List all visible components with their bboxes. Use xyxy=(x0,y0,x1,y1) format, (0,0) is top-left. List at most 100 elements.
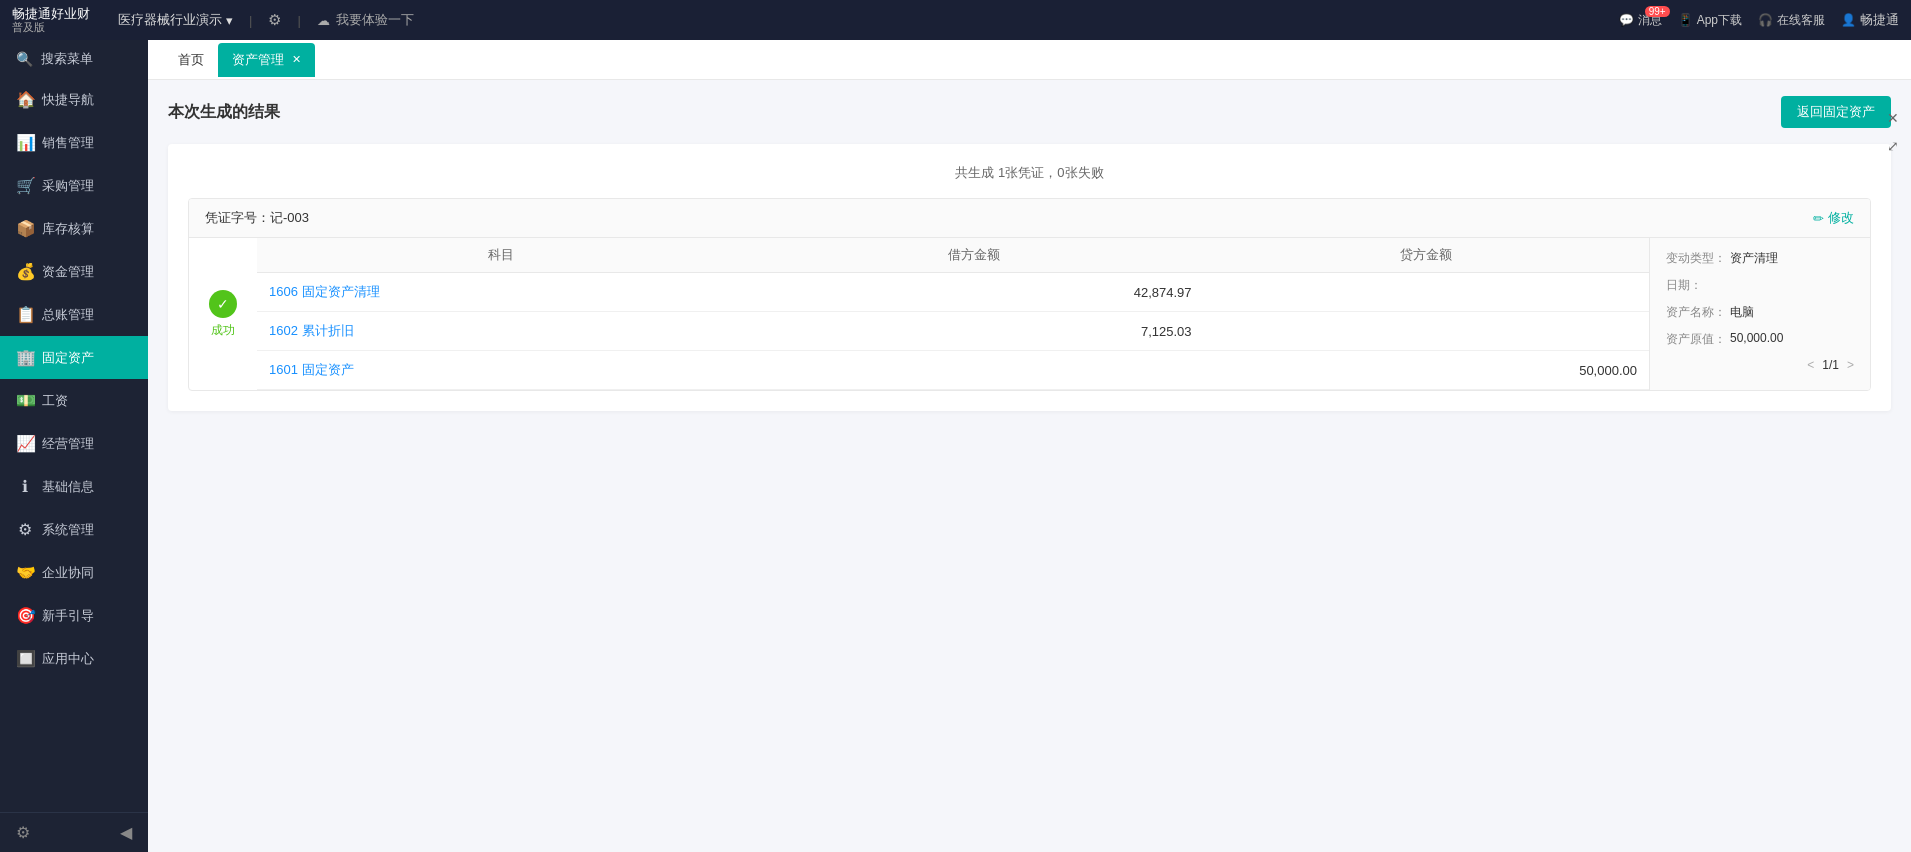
sidebar-settings-icon[interactable]: ⚙ xyxy=(16,823,30,842)
nav-bar: 医疗器械行业演示 ▾ | ⚙ | ☁ 我要体验一下 xyxy=(118,11,414,29)
debit-cell-3 xyxy=(744,351,1203,390)
tab-home[interactable]: 首页 xyxy=(164,43,218,77)
asset-name-row: 资产名称： 电脑 xyxy=(1666,304,1854,321)
sidebar-item-system[interactable]: ⚙ 系统管理 xyxy=(0,508,148,551)
sidebar-item-payroll[interactable]: 💵 工资 xyxy=(0,379,148,422)
subject-cell-1: 1606 固定资产清理 xyxy=(257,273,744,312)
collab-icon: 🤝 xyxy=(16,563,34,582)
table-row: 1606 固定资产清理 42,874.97 xyxy=(257,273,1649,312)
side-info-panel: 变动类型： 资产清理 日期： 资产名称： 电脑 xyxy=(1650,238,1870,390)
date-row: 日期： xyxy=(1666,277,1854,294)
messages-badge: 99+ xyxy=(1645,6,1670,17)
subject-cell-2: 1602 累计折旧 xyxy=(257,312,744,351)
company-selector[interactable]: 医疗器械行业演示 ▾ xyxy=(118,11,233,29)
sidebar-item-enterprise-collab[interactable]: 🤝 企业协同 xyxy=(0,551,148,594)
table-row: 1602 累计折旧 7,125.03 xyxy=(257,312,1649,351)
sidebar-item-quick-nav[interactable]: 🏠 快捷导航 xyxy=(0,78,148,121)
app-download-btn[interactable]: 📱 App下载 xyxy=(1678,12,1742,29)
search-icon: 🔍 xyxy=(16,51,33,67)
result-summary: 共生成 1张凭证，0张失败 xyxy=(188,164,1871,182)
voucher-number: 凭证字号：记-003 xyxy=(205,209,309,227)
operations-icon: 📈 xyxy=(16,434,34,453)
asset-original-value-row: 资产原值： 50,000.00 xyxy=(1666,331,1854,348)
result-card: 共生成 1张凭证，0张失败 凭证字号：记-003 ✏ 修改 xyxy=(168,144,1891,411)
settings-icon[interactable]: ⚙ xyxy=(268,11,281,29)
sidebar-item-search-menu[interactable]: 🔍 搜索菜单 xyxy=(0,40,148,78)
entries-table: 科目 借方金额 贷方金额 1606 固定资产清理 42,874. xyxy=(257,238,1649,390)
guide-icon: 🎯 xyxy=(16,606,34,625)
user-icon: 👤 xyxy=(1841,13,1856,27)
tab-bar: 首页 资产管理 ✕ xyxy=(148,40,1911,80)
tab-close-btn[interactable]: ✕ xyxy=(292,53,301,66)
sidebar-collapse-icon[interactable]: ◀ xyxy=(120,823,132,842)
table-header-debit: 借方金额 xyxy=(744,238,1203,273)
nav-separator: | xyxy=(249,13,252,28)
pagination-prev-btn[interactable]: < xyxy=(1807,358,1814,372)
voucher-body: ✓ 成功 科目 借方金额 贷方 xyxy=(189,238,1870,390)
voucher-header: 凭证字号：记-003 ✏ 修改 xyxy=(189,199,1870,238)
page-header: 本次生成的结果 返回固定资产 xyxy=(168,96,1891,128)
subject-cell-3: 1601 固定资产 xyxy=(257,351,744,390)
credit-cell-3: 50,000.00 xyxy=(1204,351,1649,390)
message-icon: 💬 xyxy=(1619,13,1634,27)
header-right: 💬 消息 99+ 📱 App下载 🎧 在线客服 👤 畅捷通 xyxy=(1619,11,1899,29)
change-type-row: 变动类型： 资产清理 xyxy=(1666,250,1854,267)
user-menu[interactable]: 👤 畅捷通 xyxy=(1841,11,1899,29)
sidebar-item-basic-info[interactable]: ℹ 基础信息 xyxy=(0,465,148,508)
sidebar-item-inventory[interactable]: 📦 库存核算 xyxy=(0,207,148,250)
sidebar-item-fixed-assets[interactable]: 🏢 固定资产 xyxy=(0,336,148,379)
dropdown-icon: ▾ xyxy=(226,13,233,28)
sidebar-item-funds[interactable]: 💰 资金管理 xyxy=(0,250,148,293)
debit-cell-1: 42,874.97 xyxy=(744,273,1203,312)
sidebar-item-purchase[interactable]: 🛒 采购管理 xyxy=(0,164,148,207)
pagination-current: 1/1 xyxy=(1822,358,1839,372)
headset-icon: 🎧 xyxy=(1758,13,1773,27)
tab-asset-management[interactable]: 资产管理 ✕ xyxy=(218,43,315,77)
date-label: 日期： xyxy=(1666,277,1702,294)
voucher-table: 科目 借方金额 贷方金额 1606 固定资产清理 42,874. xyxy=(257,238,1650,390)
asset-name-value: 电脑 xyxy=(1730,304,1754,321)
success-indicator: ✓ 成功 xyxy=(189,238,257,390)
right-panel-controls: ✕ ⤢ xyxy=(1875,100,1911,164)
online-service-btn[interactable]: 🎧 在线客服 xyxy=(1758,12,1825,29)
sidebar-item-general-ledger[interactable]: 📋 总账管理 xyxy=(0,293,148,336)
experience-btn[interactable]: ☁ 我要体验一下 xyxy=(317,11,414,29)
purchase-icon: 🛒 xyxy=(16,176,34,195)
sales-icon: 📊 xyxy=(16,133,34,152)
voucher-edit-button[interactable]: ✏ 修改 xyxy=(1813,209,1854,227)
app-center-icon: 🔲 xyxy=(16,649,34,668)
credit-cell-2 xyxy=(1204,312,1649,351)
table-header-subject: 科目 xyxy=(257,238,744,273)
panel-expand-button[interactable]: ⤢ xyxy=(1881,134,1905,158)
system-icon: ⚙ xyxy=(16,520,34,539)
panel-close-button[interactable]: ✕ xyxy=(1881,106,1905,130)
sidebar: 🔍 搜索菜单 🏠 快捷导航 📊 销售管理 🛒 采购管理 📦 库存核算 💰 资金管… xyxy=(0,40,148,852)
funds-icon: 💰 xyxy=(16,262,34,281)
header-left: 畅捷通好业财 普及版 医疗器械行业演示 ▾ | ⚙ | ☁ 我要体验一下 xyxy=(12,6,414,35)
messages-btn[interactable]: 💬 消息 99+ xyxy=(1619,12,1662,29)
credit-cell-1 xyxy=(1204,273,1649,312)
info-icon: ℹ xyxy=(16,477,34,496)
voucher-section: 凭证字号：记-003 ✏ 修改 ✓ 成功 xyxy=(188,198,1871,391)
debit-cell-2: 7,125.03 xyxy=(744,312,1203,351)
sidebar-bottom: ⚙ ◀ xyxy=(0,812,148,852)
page-content: 本次生成的结果 返回固定资产 共生成 1张凭证，0张失败 凭证字号：记-003 … xyxy=(148,80,1911,852)
page-title: 本次生成的结果 xyxy=(168,102,280,123)
sidebar-item-guide[interactable]: 🎯 新手引导 xyxy=(0,594,148,637)
sidebar-item-app-center[interactable]: 🔲 应用中心 xyxy=(0,637,148,680)
change-type-value: 资产清理 xyxy=(1730,250,1778,267)
home-icon: 🏠 xyxy=(16,90,34,109)
side-info-pagination: < 1/1 > xyxy=(1666,358,1854,372)
top-header: 畅捷通好业财 普及版 医疗器械行业演示 ▾ | ⚙ | ☁ 我要体验一下 💬 消… xyxy=(0,0,1911,40)
pagination-next-btn[interactable]: > xyxy=(1847,358,1854,372)
sidebar-item-operations[interactable]: 📈 经营管理 xyxy=(0,422,148,465)
app-logo: 畅捷通好业财 普及版 xyxy=(12,6,90,35)
asset-name-label: 资产名称： xyxy=(1666,304,1726,321)
success-circle-icon: ✓ xyxy=(209,290,237,318)
cloud-icon: ☁ xyxy=(317,13,330,28)
edit-icon: ✏ xyxy=(1813,211,1824,226)
ledger-icon: 📋 xyxy=(16,305,34,324)
inventory-icon: 📦 xyxy=(16,219,34,238)
sidebar-item-sales[interactable]: 📊 销售管理 xyxy=(0,121,148,164)
main-layout: 🔍 搜索菜单 🏠 快捷导航 📊 销售管理 🛒 采购管理 📦 库存核算 💰 资金管… xyxy=(0,40,1911,852)
